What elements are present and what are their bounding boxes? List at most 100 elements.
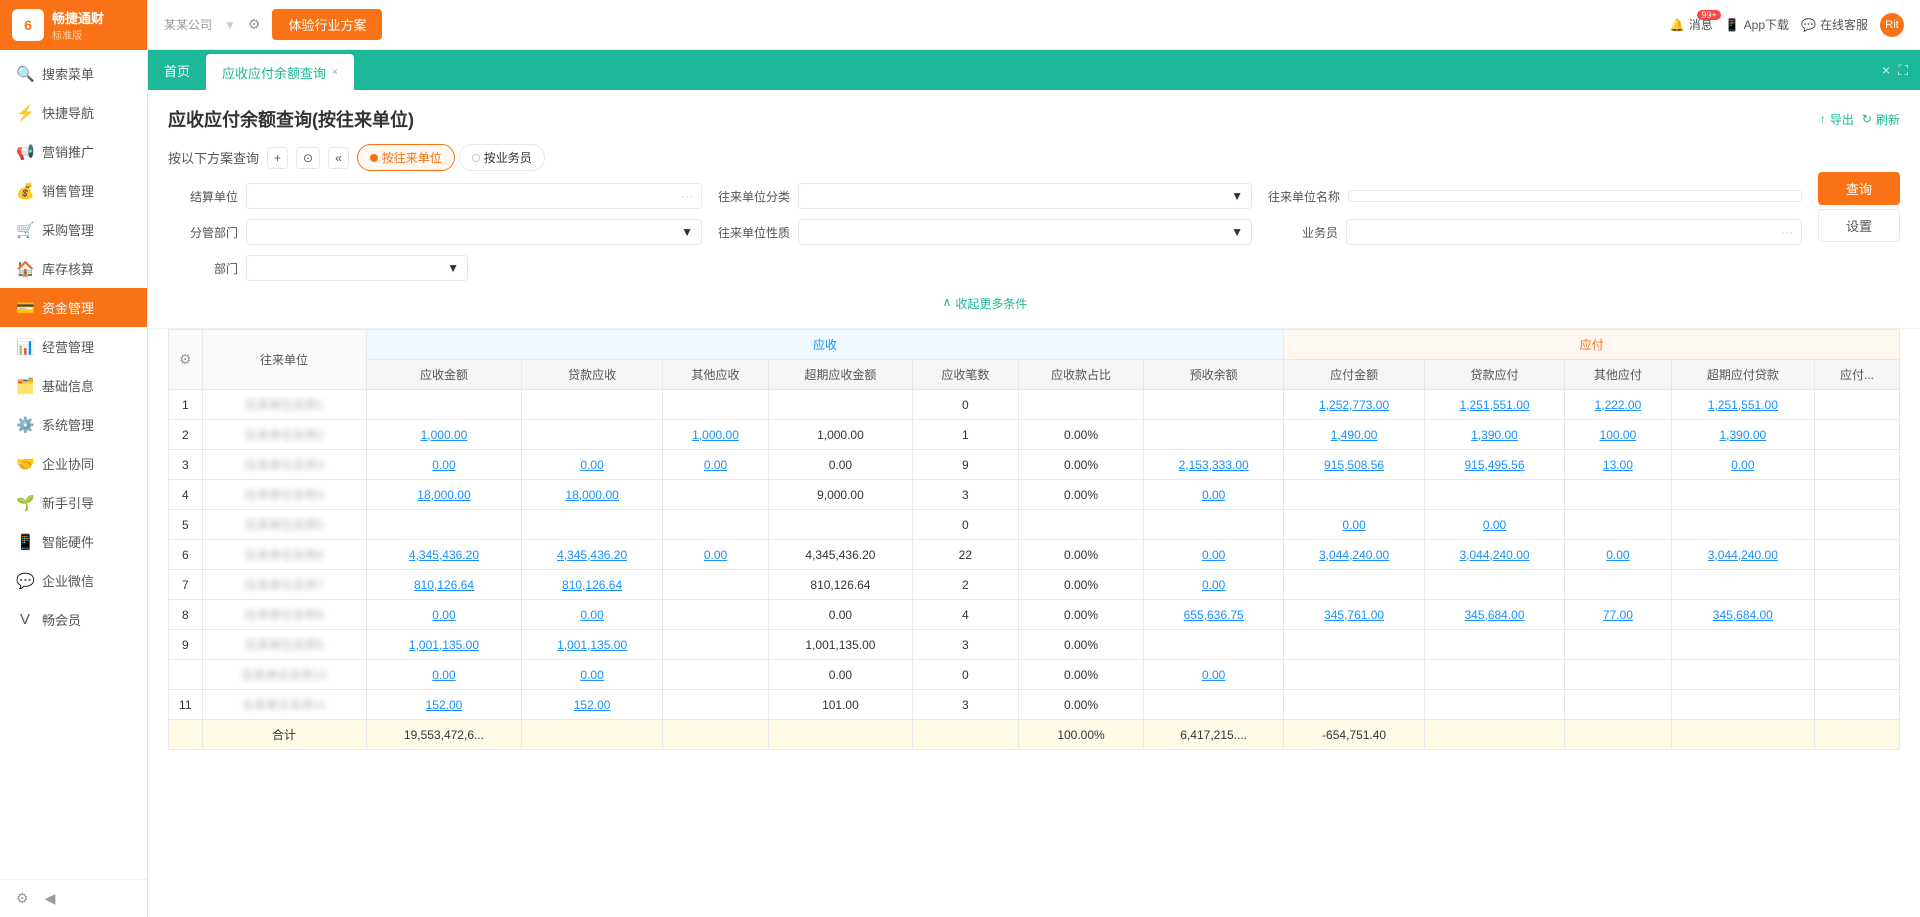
- gear-icon[interactable]: ⚙: [248, 16, 261, 33]
- table-cell[interactable]: 100.00: [1565, 420, 1671, 450]
- table-cell[interactable]: 0.00: [662, 540, 768, 570]
- table-cell[interactable]: 0.00: [522, 450, 662, 480]
- user-avatar[interactable]: Rit: [1880, 13, 1904, 37]
- table-cell[interactable]: 0.00: [1284, 510, 1424, 540]
- table-cell[interactable]: 810,126.64: [366, 570, 522, 600]
- table-cell[interactable]: 0.00: [1424, 510, 1564, 540]
- table-cell[interactable]: 1,001,135.00: [366, 630, 522, 660]
- sidebar-item-quick-nav[interactable]: ⚡快捷导航: [0, 93, 147, 132]
- table-cell[interactable]: 77.00: [1565, 600, 1671, 630]
- settings-footer-icon[interactable]: ⚙: [16, 890, 29, 907]
- sidebar-item-sales[interactable]: 💰销售管理: [0, 171, 147, 210]
- table-cell[interactable]: 18,000.00: [366, 480, 522, 510]
- filter-dept-select[interactable]: ▼: [246, 219, 702, 245]
- sidebar-item-operations[interactable]: 📊经营管理: [0, 327, 147, 366]
- table-cell[interactable]: 0.00: [1143, 540, 1283, 570]
- table-cell[interactable]: 3,044,240.00: [1671, 540, 1814, 570]
- table-cell[interactable]: 18,000.00: [522, 480, 662, 510]
- table-cell[interactable]: 1,251,551.00: [1424, 390, 1564, 420]
- table-cell[interactable]: 0.00: [522, 660, 662, 690]
- refresh-button[interactable]: ↻ 刷新: [1862, 111, 1900, 128]
- sidebar-item-search-menu[interactable]: 🔍搜索菜单: [0, 54, 147, 93]
- table-cell[interactable]: 1,251,551.00: [1671, 390, 1814, 420]
- sidebar-item-system[interactable]: ⚙️系统管理: [0, 405, 147, 444]
- tab-home[interactable]: 首页: [148, 50, 206, 90]
- sidebar-item-basic[interactable]: 🗂️基础信息: [0, 366, 147, 405]
- filter-nature-select[interactable]: ▼: [798, 219, 1252, 245]
- table-cell[interactable]: 0.00: [1565, 540, 1671, 570]
- sidebar-item-wechat[interactable]: 💬企业微信: [0, 561, 147, 600]
- sidebar-item-enterprise[interactable]: 🤝企业协同: [0, 444, 147, 483]
- table-cell[interactable]: 0.00: [366, 600, 522, 630]
- filter-partner-cat-select[interactable]: ▼: [798, 183, 1252, 209]
- sidebar-item-purchase[interactable]: 🛒采购管理: [0, 210, 147, 249]
- table-cell[interactable]: 0.00: [1143, 570, 1283, 600]
- table-cell[interactable]: 0.00: [366, 660, 522, 690]
- table-cell[interactable]: 1,000.00: [662, 420, 768, 450]
- filter-partner-name-input[interactable]: [1348, 190, 1802, 202]
- table-cell[interactable]: 1,001,135.00: [522, 630, 662, 660]
- table-cell[interactable]: 0.00: [1143, 660, 1283, 690]
- filter-collapse-row[interactable]: ∧ 收起更多条件: [168, 291, 1802, 316]
- collapse-footer-icon[interactable]: ◀: [45, 890, 56, 907]
- sidebar-item-inventory[interactable]: 🏠库存核算: [0, 249, 147, 288]
- online-service-button[interactable]: 💬 在线客服: [1801, 16, 1868, 33]
- table-settings-icon[interactable]: ⚙: [179, 351, 192, 367]
- sidebar-item-capital[interactable]: 💳资金管理: [0, 288, 147, 327]
- group-salesman-dot: [472, 154, 480, 162]
- partner-name: 往来单位名称4: [245, 488, 324, 502]
- table-cell[interactable]: 2,153,333.00: [1143, 450, 1283, 480]
- table-cell[interactable]: 4,345,436.20: [522, 540, 662, 570]
- app-download-button[interactable]: 📱 App下载: [1725, 16, 1789, 33]
- group-by-salesman-button[interactable]: 按业务员: [459, 144, 545, 171]
- table-cell[interactable]: 1,390.00: [1424, 420, 1564, 450]
- sidebar-item-hardware[interactable]: 📱智能硬件: [0, 522, 147, 561]
- sidebar-item-marketing[interactable]: 📢营销推广: [0, 132, 147, 171]
- table-cell[interactable]: 1,390.00: [1671, 420, 1814, 450]
- export-button[interactable]: ↑ 导出: [1820, 111, 1854, 128]
- table-cell[interactable]: 3,044,240.00: [1284, 540, 1424, 570]
- filter-sub-dept-select[interactable]: ▼: [246, 255, 468, 281]
- table-cell[interactable]: 0.00: [1671, 450, 1814, 480]
- tab-close-window-icon[interactable]: ×: [1882, 62, 1890, 78]
- filter-add-button[interactable]: +: [267, 147, 288, 169]
- table-cell[interactable]: 1,252,773.00: [1284, 390, 1424, 420]
- setting-button[interactable]: 设置: [1818, 209, 1900, 242]
- filter-salesman-input[interactable]: ···: [1346, 219, 1802, 245]
- table-cell[interactable]: 4,345,436.20: [366, 540, 522, 570]
- table-cell[interactable]: 345,684.00: [1424, 600, 1564, 630]
- table-cell[interactable]: 13.00: [1565, 450, 1671, 480]
- table-cell[interactable]: 1,490.00: [1284, 420, 1424, 450]
- table-cell[interactable]: 0.00: [662, 450, 768, 480]
- table-cell[interactable]: 1,222.00: [1565, 390, 1671, 420]
- table-cell[interactable]: 345,684.00: [1671, 600, 1814, 630]
- table-cell: 0.00%: [1019, 480, 1144, 510]
- tab-fullscreen-icon[interactable]: ⛶: [1898, 62, 1908, 79]
- table-cell[interactable]: 915,508.56: [1284, 450, 1424, 480]
- filter-collapse-button[interactable]: «: [328, 147, 349, 169]
- table-cell[interactable]: 655,636.75: [1143, 600, 1283, 630]
- tab-close-icon[interactable]: ×: [332, 67, 338, 78]
- table-cell: 810,126.64: [769, 570, 912, 600]
- total-settings-cell: [169, 720, 203, 750]
- query-button[interactable]: 查询: [1818, 172, 1900, 205]
- sidebar-item-beginner[interactable]: 🌱新手引导: [0, 483, 147, 522]
- table-cell[interactable]: 345,761.00: [1284, 600, 1424, 630]
- filter-settlement-input[interactable]: ···: [246, 183, 702, 209]
- table-cell[interactable]: 915,495.56: [1424, 450, 1564, 480]
- table-settings-col[interactable]: ⚙: [169, 330, 203, 390]
- table-cell[interactable]: 1,000.00: [366, 420, 522, 450]
- sidebar-item-vip[interactable]: V畅会员: [0, 600, 147, 639]
- table-cell[interactable]: 0.00: [522, 600, 662, 630]
- table-cell[interactable]: 0.00: [1143, 480, 1283, 510]
- table-cell[interactable]: 152.00: [522, 690, 662, 720]
- table-cell[interactable]: 152.00: [366, 690, 522, 720]
- filter-edit-button[interactable]: ⊙: [296, 147, 320, 169]
- table-cell[interactable]: 3,044,240.00: [1424, 540, 1564, 570]
- tab-ar-balance[interactable]: 应收应付余额查询 ×: [206, 54, 354, 90]
- notification-button[interactable]: 🔔 消息 99+: [1670, 16, 1713, 33]
- table-cell[interactable]: 810,126.64: [522, 570, 662, 600]
- group-by-partner-button[interactable]: 按往来单位: [357, 144, 455, 171]
- table-cell[interactable]: 0.00: [366, 450, 522, 480]
- solution-button[interactable]: 体验行业方案: [272, 9, 382, 40]
